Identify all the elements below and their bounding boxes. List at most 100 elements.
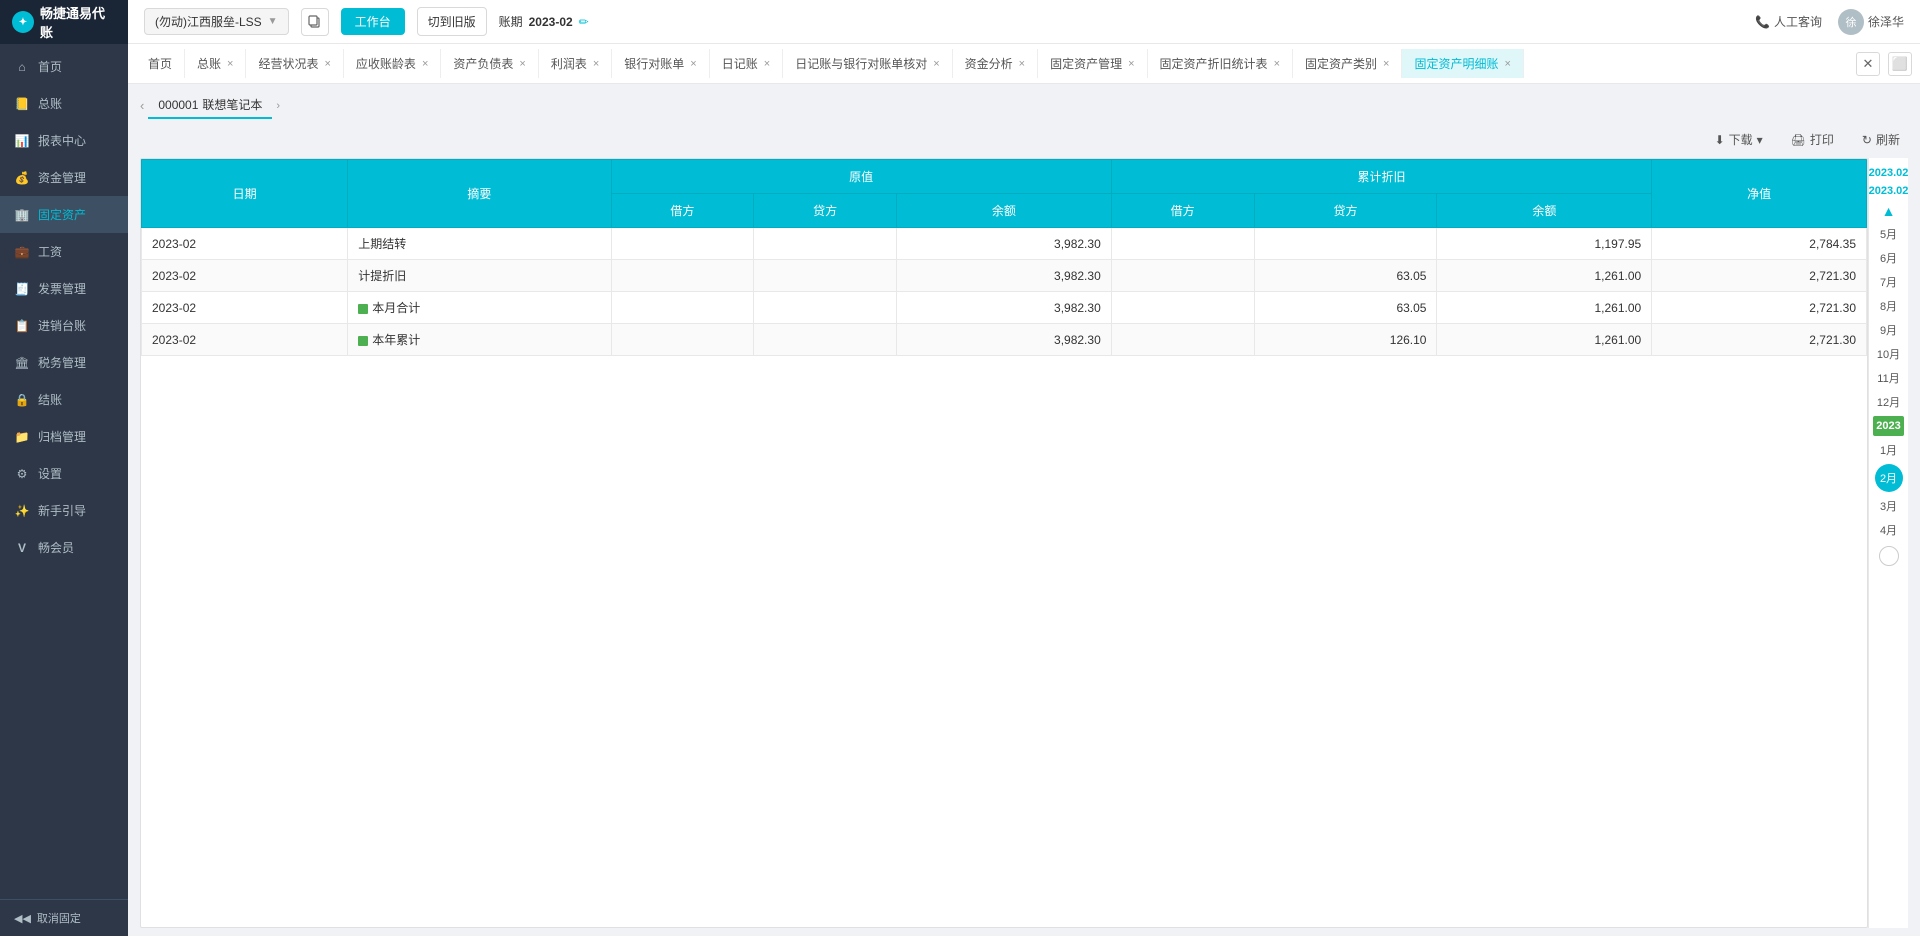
tab-fixed-mgmt-close[interactable]: × [1128,58,1134,70]
tab-ledger[interactable]: 总账 × [185,49,246,78]
timeline-month-10[interactable]: 10月 [1869,342,1908,366]
sidebar-item-label: 首页 [38,58,62,75]
timeline-month-5[interactable]: 5月 [1869,222,1908,246]
tab-ledger-close[interactable]: × [227,58,233,70]
sidebar-item-tax[interactable]: 🏛 税务管理 [0,344,128,381]
tax-icon: 🏛 [14,356,30,370]
sub-nav-asset[interactable]: 000001 联想笔记本 [148,92,272,119]
tab-fixed-detail-close[interactable]: × [1504,58,1510,70]
cell-summary: 本年累计 [348,324,611,356]
sidebar-item-label: 报表中心 [38,132,86,149]
timeline-month-1[interactable]: 1月 [1869,438,1908,462]
timeline-period-2[interactable]: 2023.02 [1868,182,1908,200]
tab-receivable-close[interactable]: × [422,58,428,70]
copy-button[interactable] [301,8,329,36]
sidebar-item-fixed-assets[interactable]: 🏢 固定资产 [0,196,128,233]
sidebar-item-reports[interactable]: 📊 报表中心 [0,122,128,159]
sidebar-item-capital[interactable]: 💰 资金管理 [0,159,128,196]
tab-close-all-button[interactable]: ✕ [1856,52,1880,76]
tab-profit-close[interactable]: × [593,58,599,70]
tab-capital-analysis[interactable]: 资金分析 × [953,49,1038,78]
tab-fixed-depreciation[interactable]: 固定资产折旧统计表 × [1148,49,1293,78]
green-tag-icon [358,304,368,314]
download-icon: ⬇ [1715,133,1725,147]
sidebar-footer-pin[interactable]: ◀◀ 取消固定 [0,899,128,936]
tab-fixed-mgmt[interactable]: 固定资产管理 × [1038,49,1147,78]
tab-journal-bank-check-close[interactable]: × [933,58,939,70]
timeline-month-9[interactable]: 9月 [1869,318,1908,342]
cell-credit2: 63.05 [1254,260,1437,292]
timeline-month-7[interactable]: 7月 [1869,270,1908,294]
tab-journal-bank-check[interactable]: 日记账与银行对账单核对 × [783,49,952,78]
sidebar-item-sales-ledger[interactable]: 📋 进销台账 [0,307,128,344]
sidebar-item-guide[interactable]: ✨ 新手引导 [0,492,128,529]
tab-asset-liability-close[interactable]: × [519,58,525,70]
tab-business-status-close[interactable]: × [324,58,330,70]
timeline-month-2-active[interactable]: 2月 [1875,464,1903,492]
sidebar-nav: ⌂ 首页 📒 总账 📊 报表中心 💰 资金管理 🏢 固定资产 💼 工资 🧾 发票… [0,44,128,899]
tab-journal[interactable]: 日记账 × [710,49,783,78]
tab-home[interactable]: 首页 [136,49,185,78]
sidebar-item-closing[interactable]: 🔒 结账 [0,381,128,418]
tab-business-status-label: 经营状况表 [258,55,318,72]
tab-receivable[interactable]: 应收账龄表 × [344,49,441,78]
refresh-icon: ↻ [1862,133,1872,147]
sub-nav-left-arrow[interactable]: ‹ [140,98,144,113]
tab-fixed-category-close[interactable]: × [1383,58,1389,70]
period-edit-icon[interactable]: ✏ [579,15,589,29]
header-right: 📞 人工客询 徐 徐泽华 [1755,9,1904,35]
tab-business-status[interactable]: 经营状况表 × [246,49,343,78]
tab-ledger-label: 总账 [197,55,221,72]
sidebar-item-payroll[interactable]: 💼 工资 [0,233,128,270]
period-label: 账期 [499,13,523,30]
switch-old-button[interactable]: 切到旧版 [417,7,487,36]
cell-summary: 本月合计 [348,292,611,324]
cell-debit1 [611,228,754,260]
tab-fixed-detail[interactable]: 固定资产明细账 × [1402,49,1523,78]
timeline-month-6[interactable]: 6月 [1869,246,1908,270]
col-summary-header: 摘要 [348,160,611,228]
timeline-month-3[interactable]: 3月 [1869,494,1908,518]
pin-icon: ◀◀ [14,912,31,925]
timeline-month-8[interactable]: 8月 [1869,294,1908,318]
tab-profit[interactable]: 利润表 × [539,49,612,78]
tab-fixed-category[interactable]: 固定资产类别 × [1293,49,1402,78]
sidebar-item-label: 资金管理 [38,169,86,186]
page-content: ‹ 000001 联想笔记本 › ⬇ 下载 ▾ 🖨 打印 ↻ 刷新 [128,84,1920,936]
sidebar-item-ledger[interactable]: 📒 总账 [0,85,128,122]
refresh-button[interactable]: ↻ 刷新 [1854,127,1908,152]
print-icon: 🖨 [1791,133,1806,147]
company-selector[interactable]: (勿动)江西服垒-LSS ▼ [144,8,289,35]
sidebar-item-archive[interactable]: 📁 归档管理 [0,418,128,455]
timeline-scroll-up[interactable]: ▲ [1879,200,1899,222]
tab-capital-analysis-close[interactable]: × [1019,58,1025,70]
sidebar-item-vip[interactable]: V 畅会员 [0,529,128,566]
timeline-month-4[interactable]: 4月 [1869,518,1908,542]
support-item[interactable]: 📞 人工客询 [1755,13,1822,30]
tab-fixed-depreciation-close[interactable]: × [1274,58,1280,70]
sidebar-item-home[interactable]: ⌂ 首页 [0,48,128,85]
tab-capital-analysis-label: 资金分析 [965,55,1013,72]
user-item[interactable]: 徐 徐泽华 [1838,9,1904,35]
sales-ledger-icon: 📋 [14,319,30,333]
workbench-button[interactable]: 工作台 [341,8,405,35]
col-balance1-header: 余额 [897,194,1112,228]
tab-journal-close[interactable]: × [764,58,770,70]
tab-bank-statement[interactable]: 银行对账单 × [612,49,709,78]
print-button[interactable]: 🖨 打印 [1783,127,1842,152]
timeline-month-11[interactable]: 11月 [1869,366,1908,390]
timeline-period-1[interactable]: 2023.02 [1868,164,1908,182]
timeline-scroll-down[interactable] [1879,546,1899,566]
tab-bank-statement-close[interactable]: × [690,58,696,70]
tab-asset-liability[interactable]: 资产负债表 × [441,49,538,78]
logo-icon: ✦ [12,11,34,33]
fixed-assets-icon: 🏢 [14,208,30,222]
sidebar-item-settings[interactable]: ⚙ 设置 [0,455,128,492]
download-button[interactable]: ⬇ 下载 ▾ [1707,127,1771,152]
sidebar-item-invoice[interactable]: 🧾 发票管理 [0,270,128,307]
sub-nav-right-arrow[interactable]: › [276,100,280,112]
table-row: 2023-02 计提折旧 3,982.30 63.05 1,261.00 2,7… [142,260,1867,292]
timeline-month-12[interactable]: 12月 [1869,390,1908,414]
tab-maximize-button[interactable]: ⬜ [1888,52,1912,76]
download-arrow-icon: ▾ [1757,133,1763,147]
